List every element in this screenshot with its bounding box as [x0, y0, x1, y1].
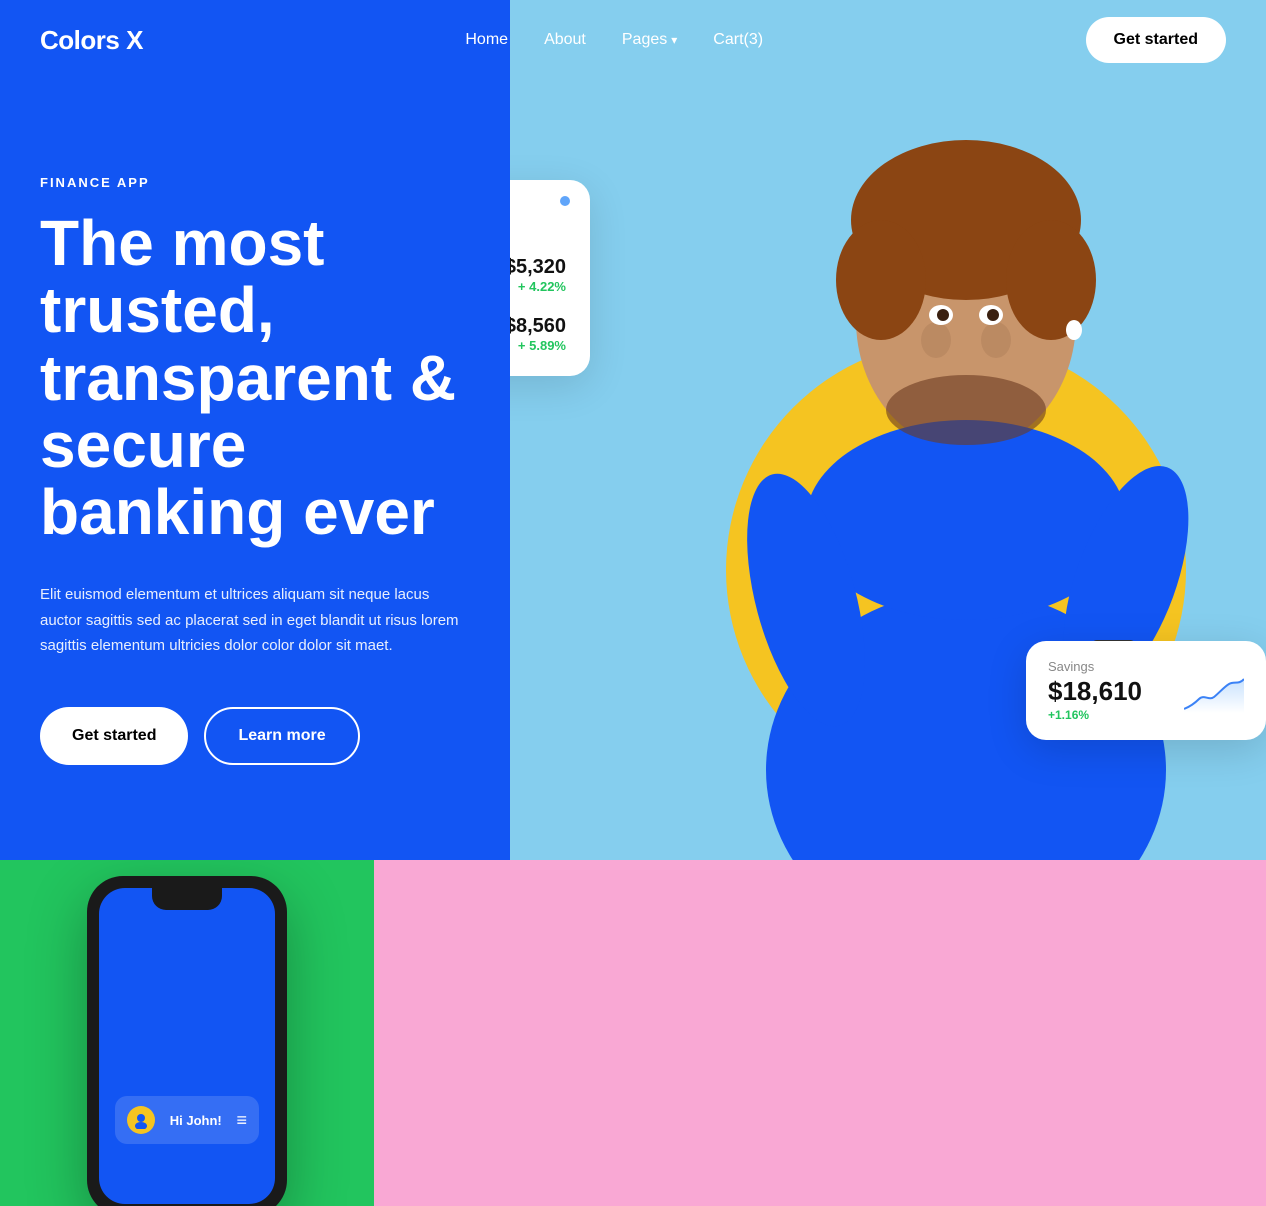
portfolio-change-2: + 5.89% — [510, 338, 566, 353]
phone-notch — [152, 888, 222, 910]
phone-greeting-bar: Hi John! ≡ — [115, 1096, 259, 1144]
hero-title: The most trusted, transparent & secure b… — [40, 210, 470, 546]
navbar: Colors X Home About Pages ▾ Cart(3) Get … — [0, 0, 1266, 80]
nav-cart[interactable]: Cart(3) — [713, 31, 763, 48]
hero-right-panel: Statistics Your portfolio $5,32 — [510, 0, 1266, 860]
hero-left-panel: FINANCE APP The most trusted, transparen… — [0, 0, 510, 860]
bottom-left-green: Hi John! ≡ — [0, 860, 374, 1206]
portfolio-amount-2: $8,560 — [510, 315, 566, 338]
portfolio-card-label: Statistics — [510, 200, 566, 214]
savings-label: Savings — [1048, 659, 1170, 674]
portfolio-value-1: $5,320 + 4.22% — [510, 256, 566, 294]
bottom-right-pink — [374, 860, 1266, 1206]
portfolio-card-title: Your portfolio — [510, 218, 566, 236]
nav-links: Home About Pages ▾ Cart(3) — [465, 31, 763, 49]
brand-logo[interactable]: Colors X — [40, 25, 143, 56]
hero-eyebrow: FINANCE APP — [40, 175, 470, 190]
get-started-button[interactable]: Get started — [40, 707, 188, 765]
portfolio-value-2: $8,560 + 5.89% — [510, 315, 566, 353]
nav-cta-button[interactable]: Get started — [1086, 17, 1226, 63]
phone-menu-icon: ≡ — [236, 1110, 247, 1131]
phone-screen: Hi John! ≡ — [99, 888, 275, 1204]
nav-about[interactable]: About — [544, 31, 586, 48]
hero-section: FINANCE APP The most trusted, transparen… — [0, 0, 1266, 860]
phone-greeting-text: Hi John! — [170, 1113, 222, 1128]
hero-description: Elit euismod elementum et ultrices aliqu… — [40, 582, 470, 659]
portfolio-row-2: $8,560 + 5.89% — [510, 311, 566, 356]
savings-card: Savings $18,610 +1.16% — [1026, 641, 1266, 740]
savings-chart-icon — [1184, 669, 1244, 713]
hero-buttons: Get started Learn more — [40, 707, 470, 765]
savings-info: Savings $18,610 +1.16% — [1048, 659, 1170, 722]
nav-home[interactable]: Home — [465, 31, 508, 48]
portfolio-change-1: + 4.22% — [510, 279, 566, 294]
chevron-down-icon: ▾ — [671, 33, 677, 47]
portfolio-amount-1: $5,320 — [510, 256, 566, 279]
portfolio-row-1: $5,320 + 4.22% — [510, 252, 566, 297]
bottom-section: Hi John! ≡ — [0, 860, 1266, 1206]
portfolio-dot-blue — [560, 196, 570, 206]
phone-mockup: Hi John! ≡ — [87, 876, 287, 1206]
phone-avatar — [127, 1106, 155, 1134]
savings-change: +1.16% — [1048, 708, 1170, 722]
portfolio-card: Statistics Your portfolio $5,32 — [510, 180, 590, 376]
savings-amount: $18,610 — [1048, 678, 1170, 704]
learn-more-button[interactable]: Learn more — [204, 707, 359, 765]
nav-pages-dropdown[interactable]: Pages ▾ — [622, 31, 677, 49]
